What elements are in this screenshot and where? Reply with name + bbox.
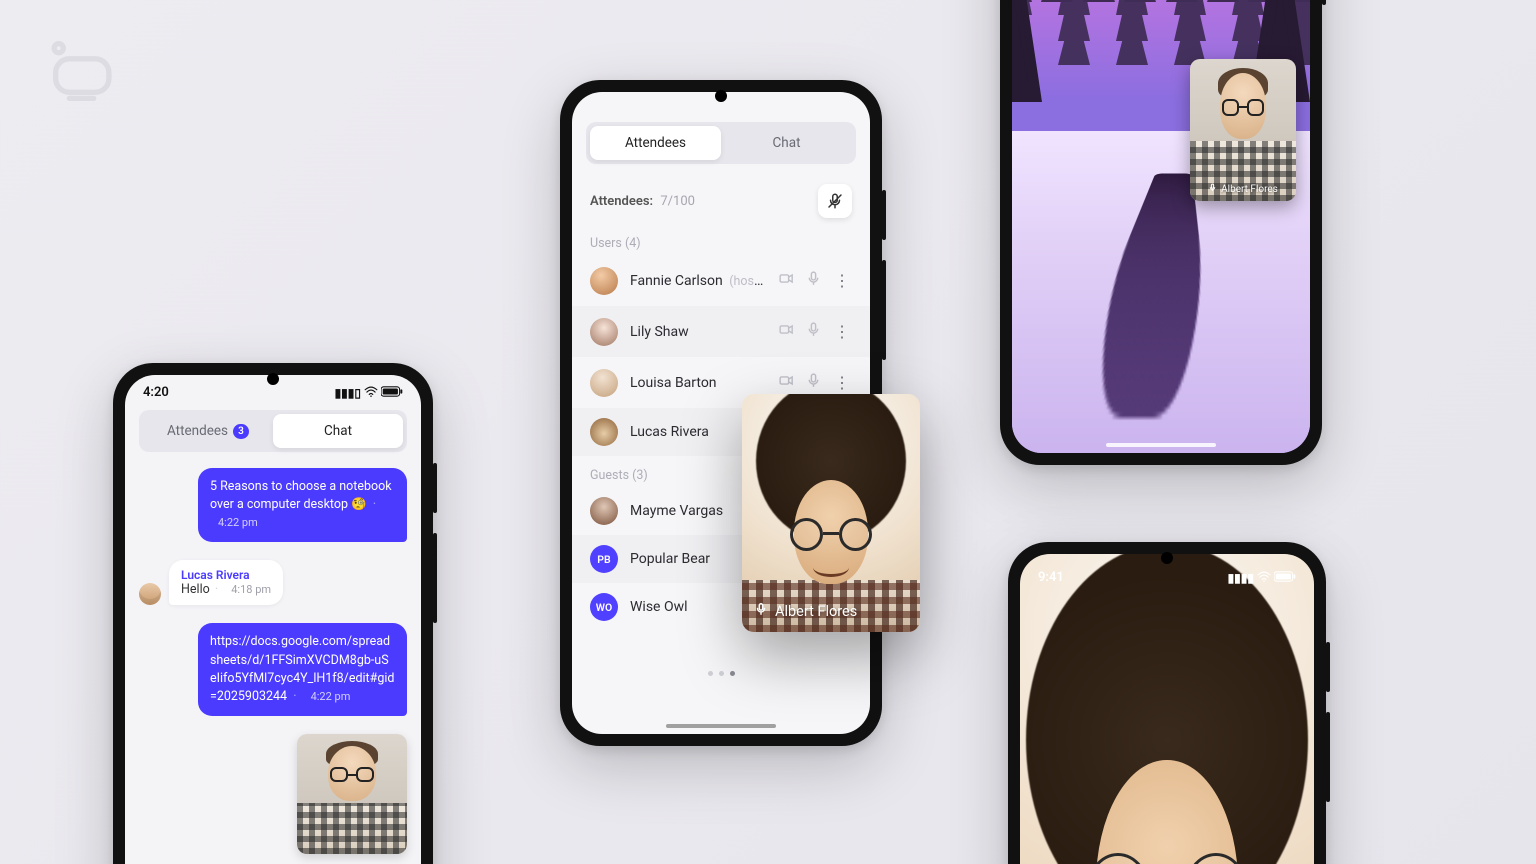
attendee-name: Louisa Barton (630, 375, 717, 391)
message-time: 4:22 pm (311, 690, 351, 703)
signal-icon: ▮▮▮▮ (1228, 571, 1254, 585)
attendee-meta: (host,you) (729, 274, 766, 289)
mic-icon[interactable] (805, 270, 822, 291)
attendee-name: Lucas Rivera (630, 424, 709, 440)
mic-icon (754, 602, 768, 620)
attendee-row[interactable]: Lily Shaw ⋮ (572, 306, 870, 357)
status-time: 4:20 (143, 385, 169, 400)
avatar (139, 583, 161, 605)
pip-name: Albert Flores (1221, 184, 1278, 195)
tab-chat-label: Chat (773, 135, 801, 151)
avatar-initials: WO (590, 593, 618, 621)
message-outgoing[interactable]: 5 Reasons to choose a notebook over a co… (198, 468, 407, 542)
phone-chat: 4:20 ▮▮▮▯ Attendees 3 Chat 5 Re (113, 363, 433, 864)
signal-icon: ▮▮▮▯ (335, 386, 361, 400)
message-author: Lucas Rivera (181, 568, 271, 582)
camera-icon[interactable] (778, 270, 795, 291)
message-outgoing-link[interactable]: https://docs.google.com/spreadsheets/d/1… (198, 623, 407, 716)
avatar-initials: PB (590, 545, 618, 573)
attendee-name: Wise Owl (630, 599, 688, 615)
camera-icon[interactable] (778, 321, 795, 342)
segmented-tabs: Attendees Chat (586, 122, 856, 164)
more-icon[interactable]: ⋮ (832, 316, 852, 347)
pip-self-view[interactable]: Albert Flores (1190, 59, 1296, 201)
wifi-icon (1257, 571, 1271, 585)
battery-icon (1274, 571, 1296, 585)
attendee-row[interactable]: Fannie Carlson (host,you) ⋮ (572, 255, 870, 306)
image-attachment[interactable] (297, 734, 407, 854)
attendees-count: 7/100 (660, 194, 695, 209)
avatar (590, 369, 618, 397)
attendee-name: Lily Shaw (630, 324, 689, 340)
status-icons: ▮▮▮▯ (335, 386, 403, 400)
message-text: https://docs.google.com/spreadsheets/d/1… (210, 634, 394, 703)
remote-video (1020, 554, 1314, 864)
phone-call-fullscreen: 9:41 ▮▮▮▮ (1008, 542, 1326, 864)
message-incoming[interactable]: Lucas Rivera Hello · 4:18 pm (139, 560, 407, 605)
attendees-badge: 3 (233, 424, 249, 439)
message-text: 5 Reasons to choose a notebook over a co… (210, 479, 392, 512)
attendee-name: Popular Bear (630, 551, 710, 567)
avatar (590, 267, 618, 295)
tab-chat[interactable]: Chat (273, 414, 403, 448)
section-users-label: Users (4) (572, 224, 870, 255)
segmented-tabs: Attendees 3 Chat (139, 410, 407, 452)
tab-chat[interactable]: Chat (721, 126, 852, 160)
battery-icon (381, 386, 403, 400)
status-bar: 9:41 ▮▮▮▮ (1020, 560, 1314, 589)
tab-chat-label: Chat (324, 423, 352, 439)
status-icons: ▮▮▮▮ (1228, 571, 1296, 585)
video-tile[interactable]: Albert Flores (742, 394, 920, 632)
attendee-name: Fannie Carlson (630, 273, 723, 289)
tab-attendees-label: Attendees (625, 135, 686, 151)
avatar (590, 318, 618, 346)
message-text: Hello (181, 582, 210, 597)
tab-attendees[interactable]: Attendees (590, 126, 721, 160)
camera-icon[interactable] (778, 372, 795, 393)
avatar (590, 497, 618, 525)
app-logo-icon (42, 36, 118, 110)
message-time: 4:22 pm (218, 516, 258, 529)
mute-all-button[interactable] (818, 184, 852, 218)
tab-attendees-label: Attendees (167, 423, 228, 439)
tab-attendees[interactable]: Attendees 3 (143, 414, 273, 448)
attendees-header: Attendees: 7/100 (572, 174, 870, 224)
mic-icon (1208, 183, 1217, 195)
status-time: 9:41 (1038, 570, 1064, 585)
more-icon[interactable]: ⋮ (832, 265, 852, 296)
video-tile-name: Albert Flores (775, 603, 857, 620)
mic-icon[interactable] (805, 372, 822, 393)
phone-call-forest: Albert Flores (1000, 0, 1322, 465)
attendees-label: Attendees: (590, 194, 653, 209)
mic-icon[interactable] (805, 321, 822, 342)
page-dots (572, 631, 870, 676)
avatar (590, 418, 618, 446)
chat-messages: 5 Reasons to choose a notebook over a co… (125, 462, 421, 860)
message-time: 4:18 pm (231, 583, 271, 596)
wifi-icon (364, 386, 378, 400)
attendee-name: Mayme Vargas (630, 503, 723, 519)
